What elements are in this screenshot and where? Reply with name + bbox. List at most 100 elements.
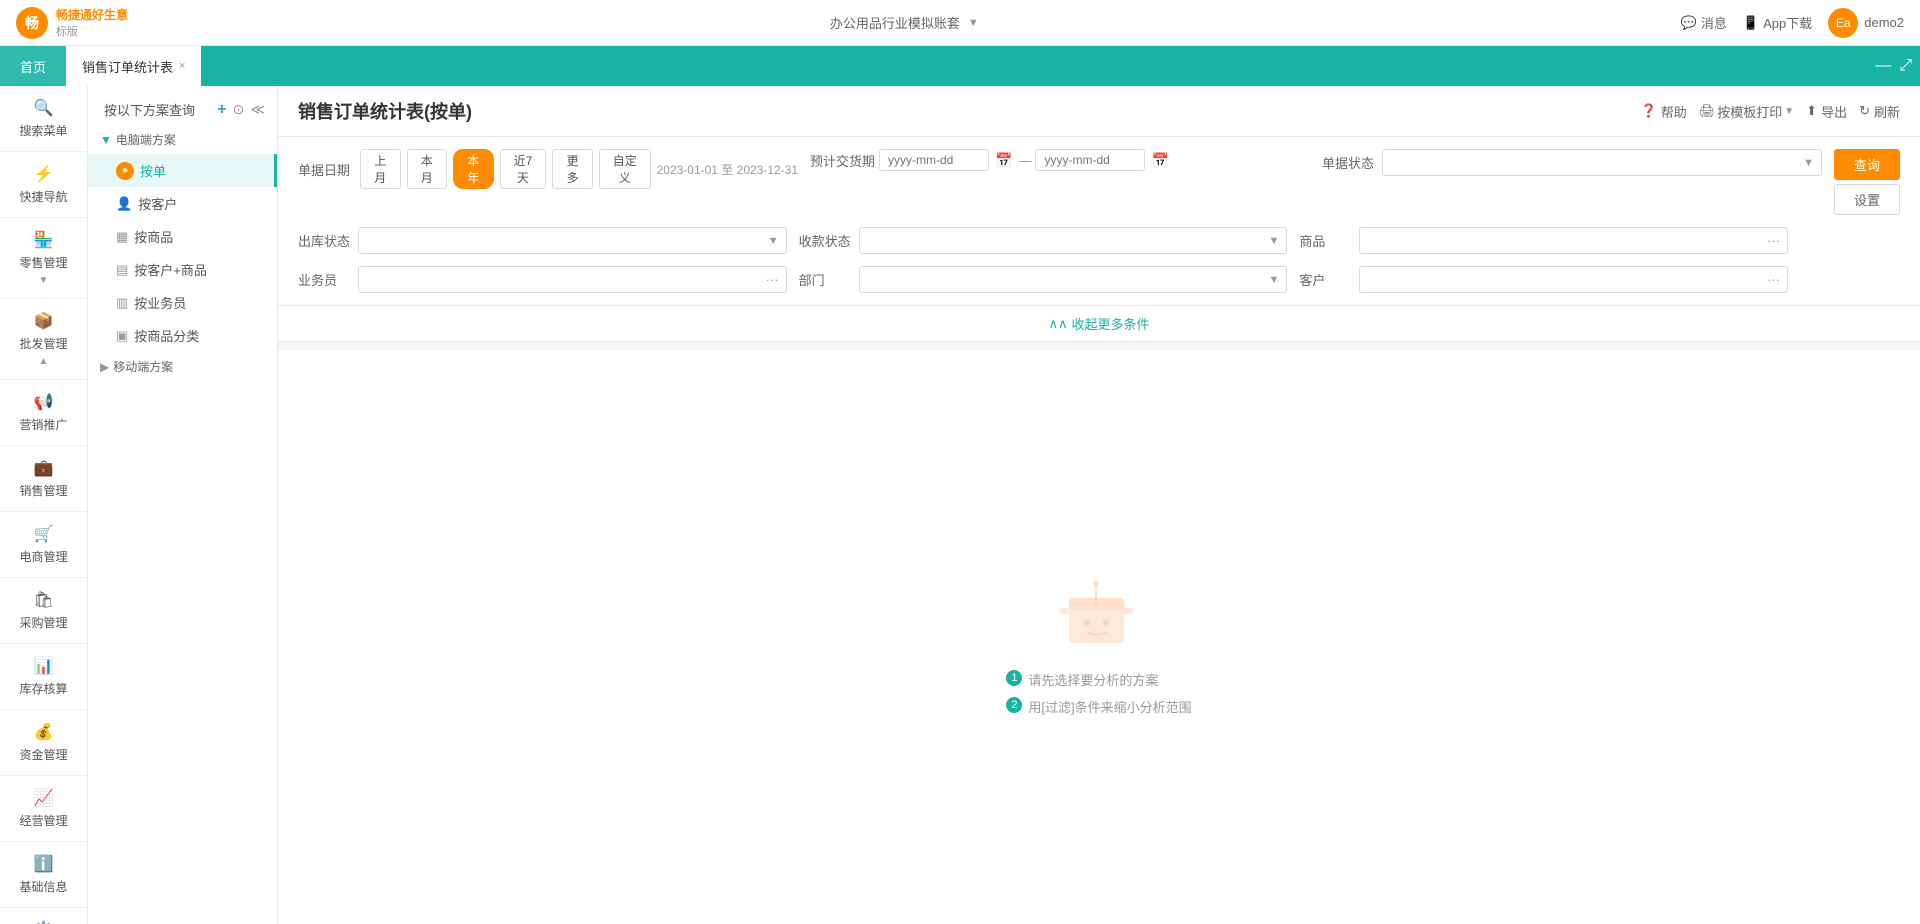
date-btn-more[interactable]: 更多 [552, 149, 593, 189]
sidebar-item-purchase[interactable]: 🛍 采购管理 [0, 578, 87, 644]
app-download-btn[interactable]: 📱 App下载 [1743, 13, 1812, 32]
panel-item-by-category[interactable]: ▣ 按商品分类 [88, 319, 277, 352]
customer-dots-icon[interactable]: ··· [1767, 272, 1780, 287]
sidebar-item-retail[interactable]: 🏪 零售管理 ▼ [0, 218, 87, 299]
salesperson-dots-icon[interactable]: ··· [766, 272, 779, 287]
sidebar-item-marketing[interactable]: 📢 营销推广 [0, 380, 87, 446]
panel-item-by-customer[interactable]: 👤 按客户 [88, 187, 277, 220]
tab-maximize-btn[interactable]: ⤢ [1899, 57, 1912, 75]
product-dots-icon[interactable]: ··· [1767, 233, 1780, 248]
calendar-end-icon[interactable]: 📅 [1151, 152, 1168, 169]
by-order-icon: ● [116, 162, 134, 180]
template-print-btn[interactable]: 🖨 按模板打印 ▼ [1699, 102, 1794, 121]
salesperson-input[interactable] [358, 266, 787, 293]
purchase-icon: 🛍 [33, 590, 53, 610]
sidebar-item-search-menu[interactable]: 🔍 搜索菜单 [0, 86, 87, 152]
filter-row-1: 单据日期 上月 本月 本年 近7天 更多 自定义 2023-01-01 至 20… [298, 149, 1900, 215]
department-select[interactable] [859, 266, 1288, 293]
panel-item-by-product[interactable]: ▦ 按商品 [88, 220, 277, 253]
mobile-section-header[interactable]: ▶ 移动端方案 [88, 352, 277, 381]
tab-home[interactable]: 首页 [0, 46, 66, 86]
tip-text-2: 用[过滤]条件来缩小分析范围 [1028, 697, 1191, 716]
calendar-start-icon[interactable]: 📅 [995, 152, 1012, 169]
expected-delivery-end[interactable] [1035, 149, 1145, 171]
inventory-icon: 📊 [34, 656, 54, 676]
user-menu[interactable]: Ea demo2 [1828, 8, 1904, 38]
sidebar-label-quick: 快捷导航 [19, 188, 67, 205]
date-btn-custom[interactable]: 自定义 [599, 149, 651, 189]
sidebar-label-finance: 资金管理 [19, 746, 67, 763]
query-btn[interactable]: 查询 [1834, 149, 1900, 180]
sidebar-item-basic[interactable]: ℹ️ 基础信息 [0, 842, 87, 908]
add-scheme-btn[interactable]: + [217, 101, 226, 119]
date-btn-7days[interactable]: 近7天 [500, 149, 547, 189]
tip-num-1: 1 [1006, 670, 1022, 686]
sidebar-item-ecommerce[interactable]: 🛒 电商管理 [0, 512, 87, 578]
panel-item-by-salesperson[interactable]: ▥ 按业务员 [88, 286, 277, 319]
department-group: 部门 ▼ [799, 266, 1288, 293]
message-btn[interactable]: 💬 消息 [1681, 13, 1727, 32]
content-area: 销售订单统计表(按单) ❓ 帮助 🖨 按模板打印 ▼ ⬆ 导出 [278, 86, 1920, 924]
settings-scheme-btn[interactable]: ⊙ [233, 101, 245, 119]
payment-status-wrapper: ▼ [859, 227, 1288, 254]
export-btn[interactable]: ⬆ 导出 [1806, 102, 1847, 121]
setting-btn[interactable]: 设置 [1834, 184, 1900, 215]
tab-close-icon[interactable]: × [179, 60, 185, 72]
tab-sales-order-stats[interactable]: 销售订单统计表 × [66, 46, 201, 86]
tab-minimize-btn[interactable]: — [1875, 57, 1891, 75]
help-btn[interactable]: ❓ 帮助 [1641, 102, 1687, 121]
left-panel-title: 按以下方案查询 [104, 100, 195, 119]
pc-section-chevron-icon: ▼ [100, 133, 112, 147]
empty-tips: 1 请先选择要分析的方案 2 用[过滤]条件来缩小分析范围 [1006, 670, 1191, 716]
salesperson-label: 业务员 [298, 270, 354, 289]
payment-status-select[interactable] [859, 227, 1288, 254]
empty-illustration [1049, 558, 1149, 658]
tabbar: 首页 销售订单统计表 × — ⤢ [0, 46, 1920, 86]
sidebar-item-wholesale[interactable]: 📦 批发管理 ▲ [0, 299, 87, 380]
date-btn-this-month[interactable]: 本月 [407, 149, 448, 189]
pc-section-header[interactable]: ▼ 电脑端方案 [88, 125, 277, 154]
sidebar-item-operation[interactable]: 📈 经营管理 [0, 776, 87, 842]
quick-nav-icon: ⚡ [34, 164, 54, 184]
sidebar-label-wholesale: 批发管理 [19, 335, 67, 352]
sidebar-item-sales[interactable]: 💼 销售管理 [0, 446, 87, 512]
workspace-chevron-icon: ▼ [968, 17, 979, 29]
app-download-label: App下载 [1763, 13, 1812, 32]
help-icon: ❓ [1641, 103, 1657, 119]
retail-collapse-icon: ▼ [39, 275, 49, 286]
sidebar-label-basic: 基础信息 [19, 878, 67, 895]
refresh-btn[interactable]: ↻ 刷新 [1859, 102, 1900, 121]
date-btn-this-year[interactable]: 本年 [453, 149, 494, 189]
collapse-panel-btn[interactable]: ≪ [250, 101, 265, 119]
filter-area: 单据日期 上月 本月 本年 近7天 更多 自定义 2023-01-01 至 20… [278, 137, 1920, 306]
expected-delivery-start[interactable] [879, 149, 989, 171]
mobile-section-chevron-icon: ▶ [100, 360, 109, 374]
bill-status-group: 单据状态 ▼ [1322, 149, 1822, 176]
product-input[interactable] [1359, 227, 1788, 254]
sidebar-item-system[interactable]: ⚙️ 系统管理 [0, 908, 87, 924]
collapse-chevron-icon: ∧∧ [1048, 316, 1067, 332]
product-label: 商品 [1299, 231, 1355, 250]
department-label: 部门 [799, 270, 855, 289]
shipment-status-select[interactable] [358, 227, 787, 254]
collapse-more-btn[interactable]: ∧∧ 收起更多条件 [278, 306, 1920, 342]
page-title: 销售订单统计表(按单) [298, 98, 472, 124]
customer-input[interactable] [1359, 266, 1788, 293]
content-title-row: 销售订单统计表(按单) ❓ 帮助 🖨 按模板打印 ▼ ⬆ 导出 [298, 98, 1900, 124]
sidebar-item-finance[interactable]: 💰 资金管理 [0, 710, 87, 776]
panel-item-label-by-sales: 按业务员 [134, 293, 186, 312]
panel-item-by-order[interactable]: ● 按单 [88, 154, 277, 187]
date-btn-last-month[interactable]: 上月 [360, 149, 401, 189]
sidebar-label-ecommerce: 电商管理 [19, 548, 67, 565]
payment-status-group: 收款状态 ▼ [799, 227, 1288, 254]
app-name: 畅捷通好生意 [56, 6, 128, 23]
workspace-selector[interactable]: 办公用品行业模拟账套 ▼ [830, 13, 979, 32]
operation-icon: 📈 [34, 788, 54, 808]
sidebar-item-quick-nav[interactable]: ⚡ 快捷导航 [0, 152, 87, 218]
sidebar-item-inventory[interactable]: 📊 库存核算 [0, 644, 87, 710]
bill-status-select[interactable] [1382, 149, 1822, 176]
tip-num-2: 2 [1006, 697, 1022, 713]
tabbar-actions: — ⤢ [1875, 57, 1920, 75]
panel-item-by-customer-product[interactable]: ▤ 按客户+商品 [88, 253, 277, 286]
customer-input-wrapper: ··· [1359, 266, 1788, 293]
